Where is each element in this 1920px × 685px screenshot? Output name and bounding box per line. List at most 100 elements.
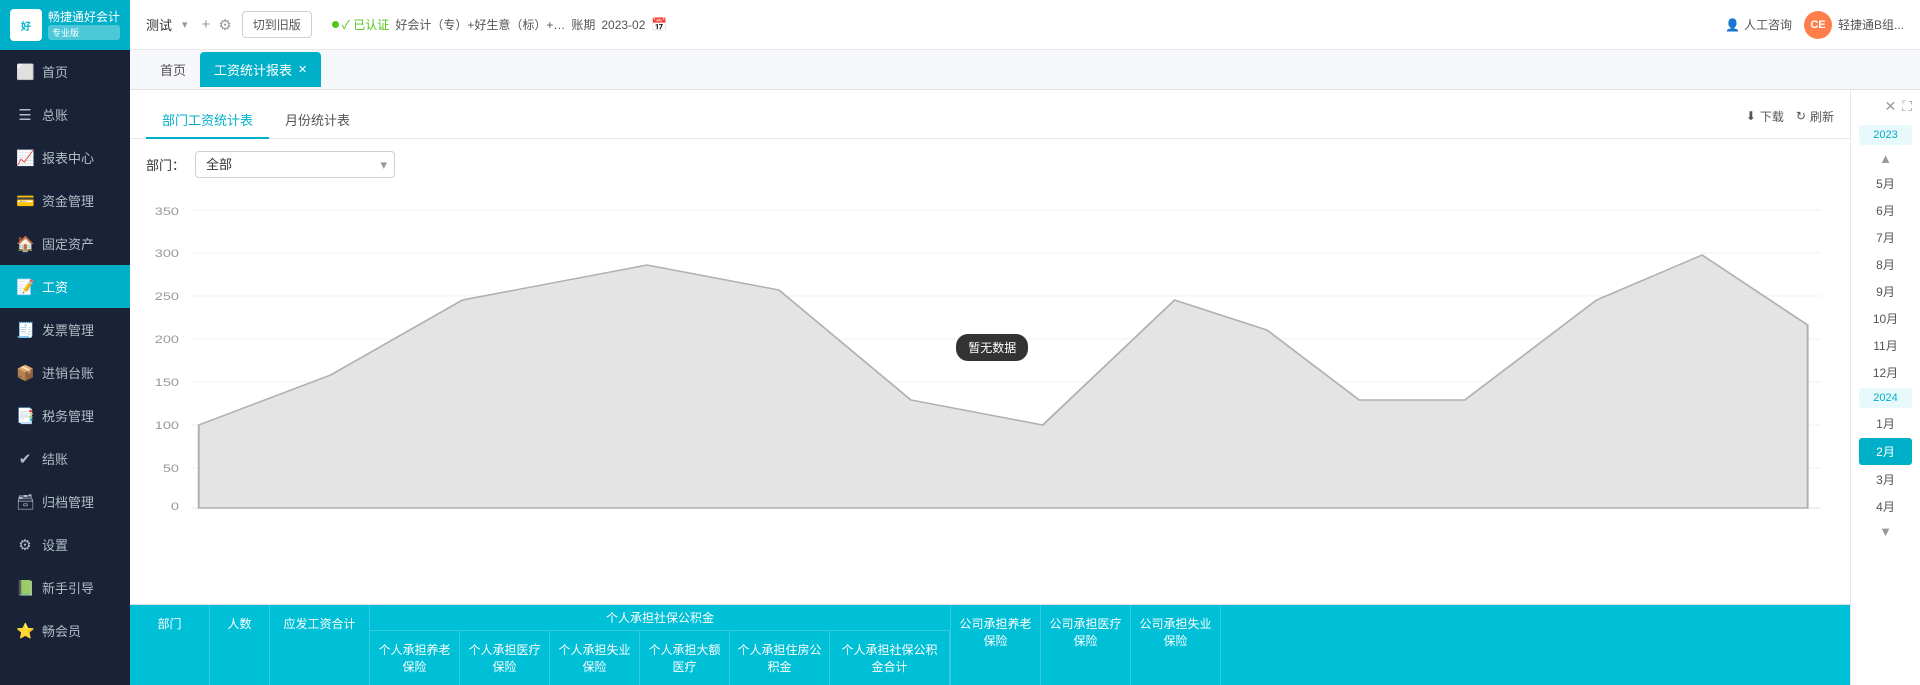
right-panel: ✕ ⛶ 2023 ▲ 5月 6月 7月 8月 9月 10月 11月 12月 20…: [1850, 90, 1920, 685]
sidebar-item-invoice[interactable]: 🧾发票管理: [0, 308, 130, 351]
sidebar-item-label-assets: 固定资产: [42, 234, 94, 253]
reports-icon: 📈: [16, 149, 34, 167]
month-8[interactable]: 8月: [1855, 251, 1916, 278]
chart-tooltip-text: 暂无数据: [968, 341, 1016, 355]
sidebar-item-salary[interactable]: 📝工资: [0, 265, 130, 308]
month-10[interactable]: 10月: [1855, 305, 1916, 332]
sidebar-item-trade[interactable]: 📦进销台账: [0, 351, 130, 394]
right-panel-close: ✕ ⛶: [1851, 90, 1920, 123]
topbar: 测试 ▾ + ⚙ 切到旧版 ✓ 已认证 好会计（专）+好生意（标）+… 账期 2…: [130, 0, 1920, 50]
trade-icon: 📦: [16, 364, 34, 382]
archive-icon: 🗃: [16, 493, 34, 511]
help-button[interactable]: 👤 人工咨询: [1725, 16, 1792, 33]
dept-select-wrapper[interactable]: 全部: [195, 151, 395, 178]
topbar-actions: + ⚙: [202, 16, 232, 34]
funds-icon: 💳: [16, 192, 34, 210]
settings-icon[interactable]: ⚙: [218, 16, 231, 34]
th-count: 人数: [210, 605, 270, 685]
subtabs-actions: ⬇ 下载 ↻ 刷新: [1746, 108, 1834, 133]
tax-icon: 📑: [16, 407, 34, 425]
dropdown-arrow-icon: ▾: [182, 18, 188, 31]
expand-panel-icon[interactable]: ⛶: [1902, 98, 1912, 115]
user-name: 轻捷通B组...: [1838, 16, 1904, 33]
month-12[interactable]: 12月: [1855, 359, 1916, 386]
month-2[interactable]: 2月: [1859, 438, 1912, 465]
sidebar-item-label-archive: 归档管理: [42, 492, 94, 511]
tab-salary-report[interactable]: 工资统计报表 ✕: [200, 52, 321, 87]
subtab-monthly-label: 月份统计表: [285, 113, 350, 128]
subtab-dept[interactable]: 部门工资统计表: [146, 102, 269, 139]
th-personal-pension: 个人承担养老保险: [370, 631, 460, 685]
refresh-button[interactable]: ↻ 刷新: [1796, 108, 1834, 125]
sidebar-item-label-funds: 资金管理: [42, 191, 94, 210]
sidebar-item-settlement[interactable]: ✔结账: [0, 437, 130, 480]
sidebar-item-reports[interactable]: 📈 报表中心: [0, 136, 130, 179]
sidebar-item-label-ledger: 总账: [42, 105, 68, 124]
month-1[interactable]: 1月: [1855, 410, 1916, 437]
svg-text:100: 100: [155, 419, 179, 432]
sidebar: 好 畅捷通好会计 专业版 ⬜首页☰总账📈报表中心💳资金管理🏠固定资产📝工资🧾发票…: [0, 0, 130, 685]
download-label: 下载: [1760, 108, 1784, 125]
membership-icon: ⭐: [16, 622, 34, 640]
subtabs: 部门工资统计表 月份统计表 ⬇ 下载 ↻ 刷新: [130, 90, 1850, 139]
th-personal-major-medical: 个人承担大额医疗: [640, 631, 730, 685]
month-11[interactable]: 11月: [1855, 332, 1916, 359]
dept-select[interactable]: 全部: [195, 151, 395, 178]
user-avatar: CE: [1804, 11, 1832, 39]
th-dept: 部门: [130, 605, 210, 685]
month-4[interactable]: 4月: [1855, 493, 1916, 520]
th-group-personal: 个人承担社保公积金 个人承担养老保险 个人承担医疗保险 个人承担失业保险 个人承…: [370, 605, 951, 685]
content-area: 部门工资统计表 月份统计表 ⬇ 下载 ↻ 刷新: [130, 90, 1920, 685]
close-panel-icon[interactable]: ✕: [1884, 98, 1896, 115]
salary-icon: 📝: [16, 278, 34, 296]
add-icon[interactable]: +: [202, 16, 211, 33]
invoice-icon: 🧾: [16, 321, 34, 339]
svg-text:150: 150: [155, 376, 179, 389]
month-9[interactable]: 9月: [1855, 278, 1916, 305]
assets-icon: 🏠: [16, 235, 34, 253]
period-value: 2023-02: [601, 18, 645, 32]
sidebar-item-label-home: 首页: [42, 62, 68, 81]
scroll-down-button[interactable]: ▼: [1855, 520, 1916, 543]
sidebar-item-label-guide: 新手引导: [42, 578, 94, 597]
svg-text:0: 0: [171, 500, 179, 513]
th-total-salary: 应发工资合计: [270, 605, 370, 685]
main-area: 测试 ▾ + ⚙ 切到旧版 ✓ 已认证 好会计（专）+好生意（标）+… 账期 2…: [130, 0, 1920, 685]
switch-old-version-button[interactable]: 切到旧版: [242, 11, 312, 38]
ledger-icon: ☰: [16, 106, 34, 124]
download-button[interactable]: ⬇ 下载: [1746, 108, 1784, 125]
home-icon: ⬜: [16, 63, 34, 81]
sidebar-item-settings[interactable]: ⚙设置: [0, 523, 130, 566]
month-5[interactable]: 5月: [1855, 170, 1916, 197]
settings-icon: ⚙: [16, 536, 34, 554]
th-company-pension: 公司承担养老保险: [951, 605, 1041, 685]
th-company-medical: 公司承担医疗保险: [1041, 605, 1131, 685]
sidebar-item-funds[interactable]: 💳 资金管理: [0, 179, 130, 222]
tab-close-icon[interactable]: ✕: [298, 63, 307, 76]
subtab-monthly[interactable]: 月份统计表: [269, 102, 366, 139]
svg-text:200: 200: [155, 333, 179, 346]
topbar-status: ✓ 已认证 好会计（专）+好生意（标）+… 账期 2023-02 📅: [332, 16, 668, 33]
user-menu[interactable]: CE 轻捷通B组...: [1804, 11, 1904, 39]
month-3[interactable]: 3月: [1855, 466, 1916, 493]
svg-text:50: 50: [163, 462, 179, 475]
sidebar-item-guide[interactable]: 📗新手引导: [0, 566, 130, 609]
chart-container: 350 300 250 200 150 100 50 0: [130, 190, 1850, 604]
sidebar-item-label-reports: 报表中心: [42, 148, 94, 167]
sidebar-item-membership[interactable]: ⭐畅会员: [0, 609, 130, 652]
certified-tag: ✓ 已认证: [332, 16, 390, 33]
scroll-up-button[interactable]: ▲: [1855, 147, 1916, 170]
sidebar-item-home[interactable]: ⬜ 首页: [0, 50, 130, 93]
th-company-unemployment: 公司承担失业保险: [1131, 605, 1221, 685]
sidebar-item-archive[interactable]: 🗃 归档管理: [0, 480, 130, 523]
month-6[interactable]: 6月: [1855, 197, 1916, 224]
year-2024-label: 2024: [1859, 388, 1912, 408]
sidebar-item-tax[interactable]: 📑税务管理: [0, 394, 130, 437]
month-7[interactable]: 7月: [1855, 224, 1916, 251]
help-label: 人工咨询: [1744, 16, 1792, 33]
calendar-icon[interactable]: 📅: [651, 17, 667, 33]
certified-dot: [332, 21, 339, 28]
tab-home[interactable]: 首页: [146, 52, 200, 87]
sidebar-item-ledger[interactable]: ☰ 总账: [0, 93, 130, 136]
sidebar-item-assets[interactable]: 🏠 固定资产: [0, 222, 130, 265]
